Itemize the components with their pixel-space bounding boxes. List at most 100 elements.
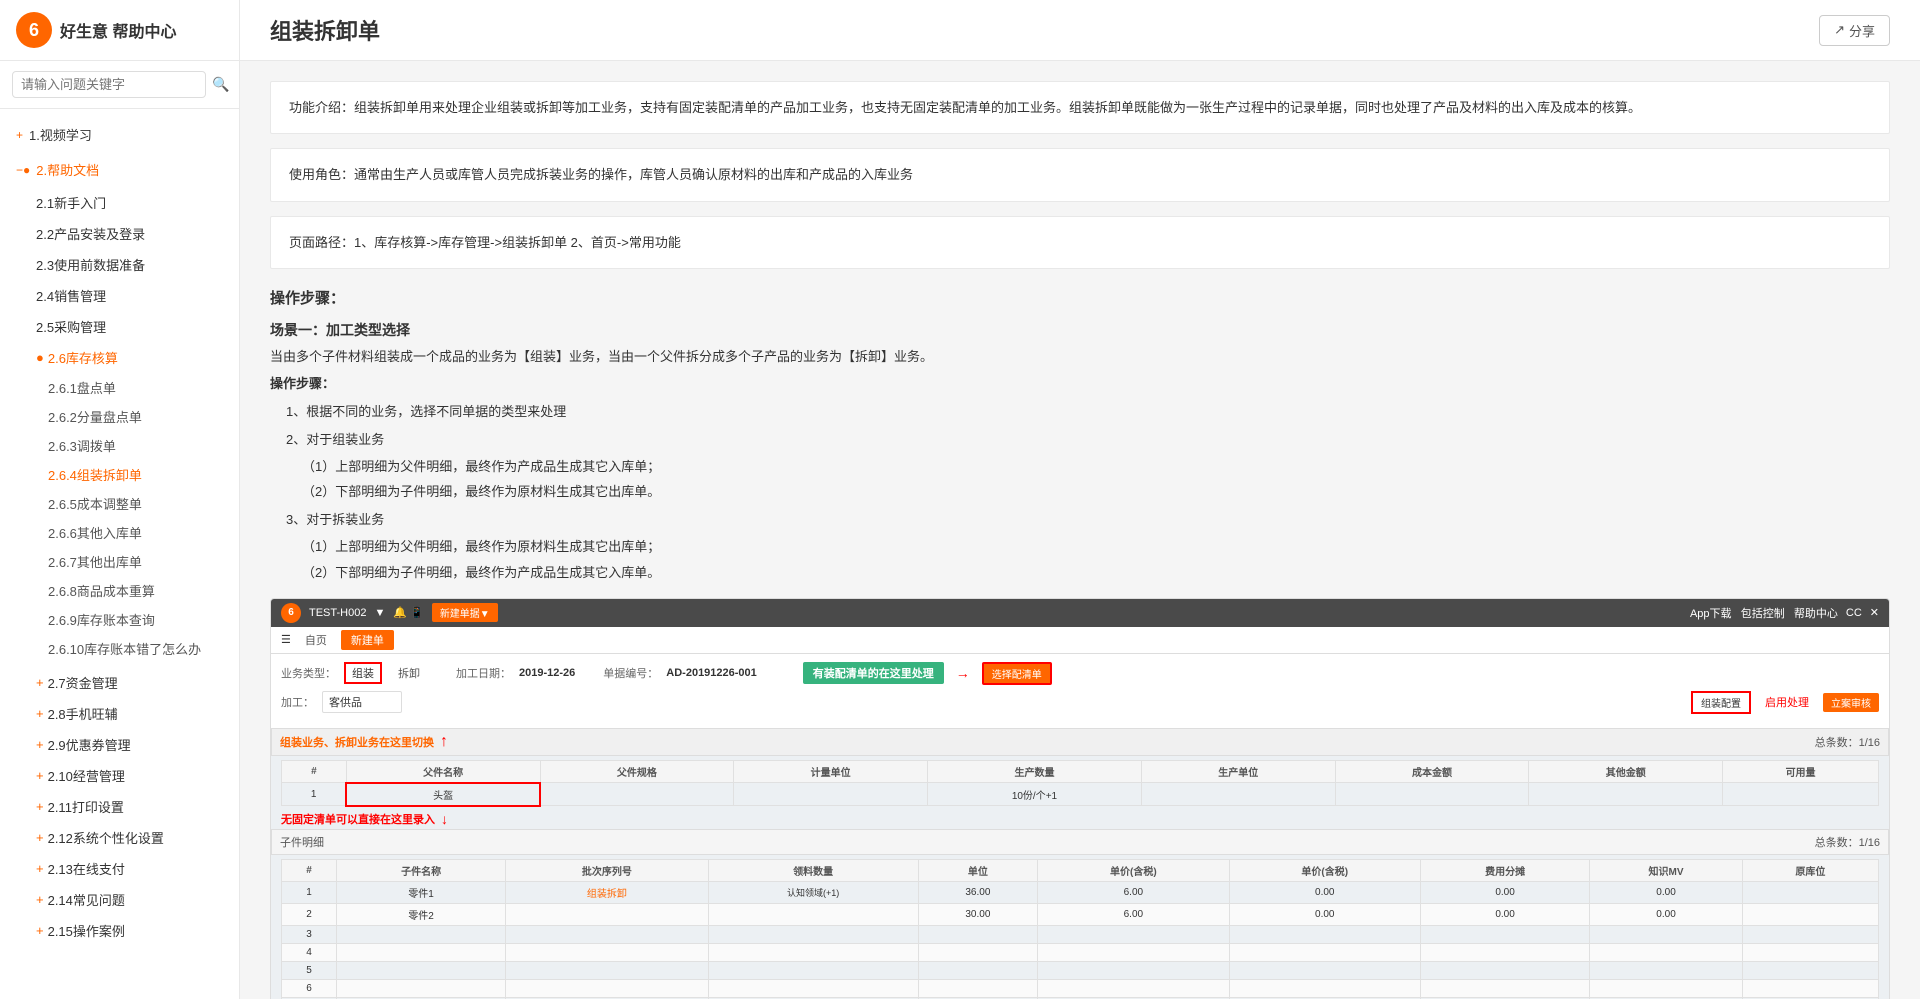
cell-other-cost [1529, 783, 1723, 806]
search-button[interactable]: 🔍 [212, 76, 229, 93]
col-num: # [282, 760, 347, 783]
step3-label: 3、对于拆装业务 [286, 508, 1890, 531]
lower-table-head: # 子件名称 批次序列号 领料数量 单位 单价(含税) 单价(含税) 费用分摊 … [282, 859, 1879, 881]
plus-icon: + [36, 768, 44, 783]
app-topbar: 6 TEST-H002 ▼ 🔔 📱 新建单据▼ App下载 包括控制 帮助中心 … [271, 599, 1889, 627]
sidebar-item-2.6.4[interactable]: 2.6.4组装拆卸单 [36, 460, 239, 489]
sidebar-item-coupon[interactable]: +2.9优惠券管理 [24, 729, 239, 760]
cell-l-loc [1742, 881, 1878, 903]
sidebar-item-data-prep[interactable]: 2.3使用前数据准备 [24, 249, 239, 280]
sidebar-item-2.6.7[interactable]: 2.6.7其他出库单 [36, 547, 239, 576]
form-row-extra: 加工： 客供品 组装配置 启用处理 立案审核 [281, 691, 1879, 714]
role-block: 使用角色：通常由生产人员或库管人员完成拆装业务的操作，库管人员确认原材料的出库和… [270, 148, 1890, 201]
sidebar-item-install[interactable]: 2.2产品安装及登录 [24, 218, 239, 249]
sidebar-item-2.6.9[interactable]: 2.6.9库存账本查询 [36, 605, 239, 634]
order-label: 单据编号： [603, 665, 658, 681]
sidebar-item-sales[interactable]: 2.4销售管理 [24, 280, 239, 311]
ops-title: 操作步骤： [270, 287, 1890, 308]
intro-block: 功能介绍：组装拆卸单用来处理企业组装或拆卸等加工业务，支持有固定装配清单的产品加… [270, 81, 1890, 134]
app-form: 业务类型： 组装 拆卸 加工日期： 2019-12-26 单据编号： AD-20… [271, 654, 1889, 728]
tab-new[interactable]: 新建单 [341, 630, 394, 650]
col-parent-spec: 父件规格 [540, 760, 734, 783]
plus-icon: + [36, 923, 44, 938]
search-box[interactable]: 🔍 [0, 61, 239, 109]
select-bom-btn[interactable]: 选择配清单 [982, 662, 1052, 685]
confirm-btn[interactable]: 立案审核 [1823, 693, 1879, 712]
arrow-right: → [956, 665, 970, 681]
tab-home[interactable]: 自页 [297, 630, 335, 650]
type-option2[interactable]: 拆卸 [390, 663, 428, 683]
scenario1-desc: 当由多个子件材料组装成一个成品的业务为【组装】业务，当由一个父件拆分成多个子产品… [270, 346, 1890, 365]
cell-l-num: 2 [282, 903, 337, 925]
sidebar-item-cases[interactable]: +2.15操作案例 [24, 915, 239, 946]
new-btn[interactable]: 新建单据▼ [432, 603, 498, 622]
step2-label: 2、对于组装业务 [286, 428, 1890, 451]
role-text: 使用角色：通常由生产人员或库管人员完成拆装业务的操作，库管人员确认原材料的出库和… [289, 167, 913, 182]
sidebar-item-inventory[interactable]: ●2.6库存核算 [24, 342, 239, 373]
sidebar-item-capital[interactable]: +2.7资金管理 [24, 667, 239, 698]
cell-l-p1: 6.00 [1038, 903, 1229, 925]
plus-icon: + [36, 737, 44, 752]
table-row: 4 [282, 943, 1879, 961]
cell-l-p2: 0.00 [1229, 881, 1420, 903]
col-l-mv: 知识MV [1590, 859, 1743, 881]
sidebar-item-online-pay[interactable]: +2.13在线支付 [24, 853, 239, 884]
share-button[interactable]: ↗ 分享 [1819, 15, 1890, 46]
bom-input-box[interactable]: 组装配置 [1691, 691, 1751, 714]
cell-prod-unit [1141, 783, 1335, 806]
col-unit: 计量单位 [734, 760, 928, 783]
sidebar-item-2.6.6[interactable]: 2.6.6其他入库单 [36, 518, 239, 547]
sidebar-item-2.6.10[interactable]: 2.6.10库存账本错了怎么办 [36, 634, 239, 663]
lower-table-wrapper: # 子件名称 批次序列号 领料数量 单位 单价(含税) 单价(含税) 费用分摊 … [271, 855, 1889, 999]
sidebar-item-personalize[interactable]: +2.12系统个性化设置 [24, 822, 239, 853]
cell-qty: 10份/个+1 [928, 783, 1142, 806]
sidebar-item-ops[interactable]: +2.10经营管理 [24, 760, 239, 791]
sidebar-item-newcomer[interactable]: 2.1新手入门 [24, 187, 239, 218]
app-screenshot: 6 TEST-H002 ▼ 🔔 📱 新建单据▼ App下载 包括控制 帮助中心 … [271, 599, 1889, 999]
plus-icon: + [36, 675, 44, 690]
annotation-lower-text: 无固定清单可以直接在这里录入 [281, 811, 435, 827]
topbar-left: 6 TEST-H002 ▼ 🔔 📱 新建单据▼ [281, 603, 498, 623]
cell-parent-spec [540, 783, 734, 806]
lower-annotation-row: 无固定清单可以直接在这里录入 ↓ [271, 811, 1889, 827]
sidebar-item-2.6.1[interactable]: 2.6.1盘点单 [36, 373, 239, 402]
cell-parent-name: 头盔 [346, 783, 540, 806]
step1: 1、根据不同的业务，选择不同单据的类型来处理 [286, 400, 1890, 423]
sidebar-item-2.6.5[interactable]: 2.6.5成本调整单 [36, 489, 239, 518]
sidebar-item-2.6.2[interactable]: 2.6.2分量盘点单 [36, 402, 239, 431]
sidebar-item-2.6.8[interactable]: 2.6.8商品成本重算 [36, 576, 239, 605]
docs-submenu: 2.1新手入门 2.2产品安装及登录 2.3使用前数据准备 2.4销售管理 2.… [0, 187, 239, 946]
jia-gong-field[interactable]: 客供品 [322, 691, 402, 713]
cell-l-mv: 0.00 [1590, 881, 1743, 903]
cell-l-unit: 36.00 [918, 881, 1038, 903]
sidebar-item-print[interactable]: +2.11打印设置 [24, 791, 239, 822]
col-prod-unit: 生产单位 [1141, 760, 1335, 783]
sidebar-item-faq[interactable]: +2.14常见问题 [24, 884, 239, 915]
upper-section-header: 组装业务、拆卸业务在这里切换 ↑ 总条数：1/16 [271, 728, 1889, 756]
sidebar-item-mobile[interactable]: +2.8手机旺辅 [24, 698, 239, 729]
sidebar-item-purchase[interactable]: 2.5采购管理 [24, 311, 239, 342]
sidebar-item-video[interactable]: 1.视频学习 [0, 117, 239, 152]
app-title: 好生意 帮助中心 [60, 18, 176, 42]
annotation-process: 启用处理 [1765, 694, 1809, 710]
col-l-loc: 原库位 [1742, 859, 1878, 881]
close-btn[interactable]: ✕ [1870, 606, 1879, 619]
lower-table: # 子件名称 批次序列号 领料数量 单位 单价(含税) 单价(含税) 费用分摊 … [281, 859, 1879, 999]
type-label: 业务类型： [281, 665, 336, 681]
sidebar-header: 6 好生意 帮助中心 [0, 0, 239, 61]
page-title: 组装拆卸单 [270, 14, 380, 46]
sidebar-item-2.6.3[interactable]: 2.6.3调拨单 [36, 431, 239, 460]
col-parent-name: 父件名称 [346, 760, 540, 783]
test-id: TEST-H002 [309, 607, 366, 619]
table-row: 1 头盔 10份/个+1 [282, 783, 1879, 806]
ops-steps-label: 操作步骤： [270, 373, 1890, 392]
content-area: 功能介绍：组装拆卸单用来处理企业组装或拆卸等加工业务，支持有固定装配清单的产品加… [240, 61, 1920, 999]
cell-unit [734, 783, 928, 806]
sidebar-toggle[interactable]: ☰ [281, 633, 291, 646]
cell-l-name: 零件1 [336, 881, 505, 903]
plus-icon: + [36, 799, 44, 814]
cell-l-ql [708, 903, 918, 925]
col-other-cost: 其他金额 [1529, 760, 1723, 783]
search-input[interactable] [12, 71, 206, 98]
sidebar-item-docs[interactable]: ● 2.帮助文档 [0, 152, 239, 187]
